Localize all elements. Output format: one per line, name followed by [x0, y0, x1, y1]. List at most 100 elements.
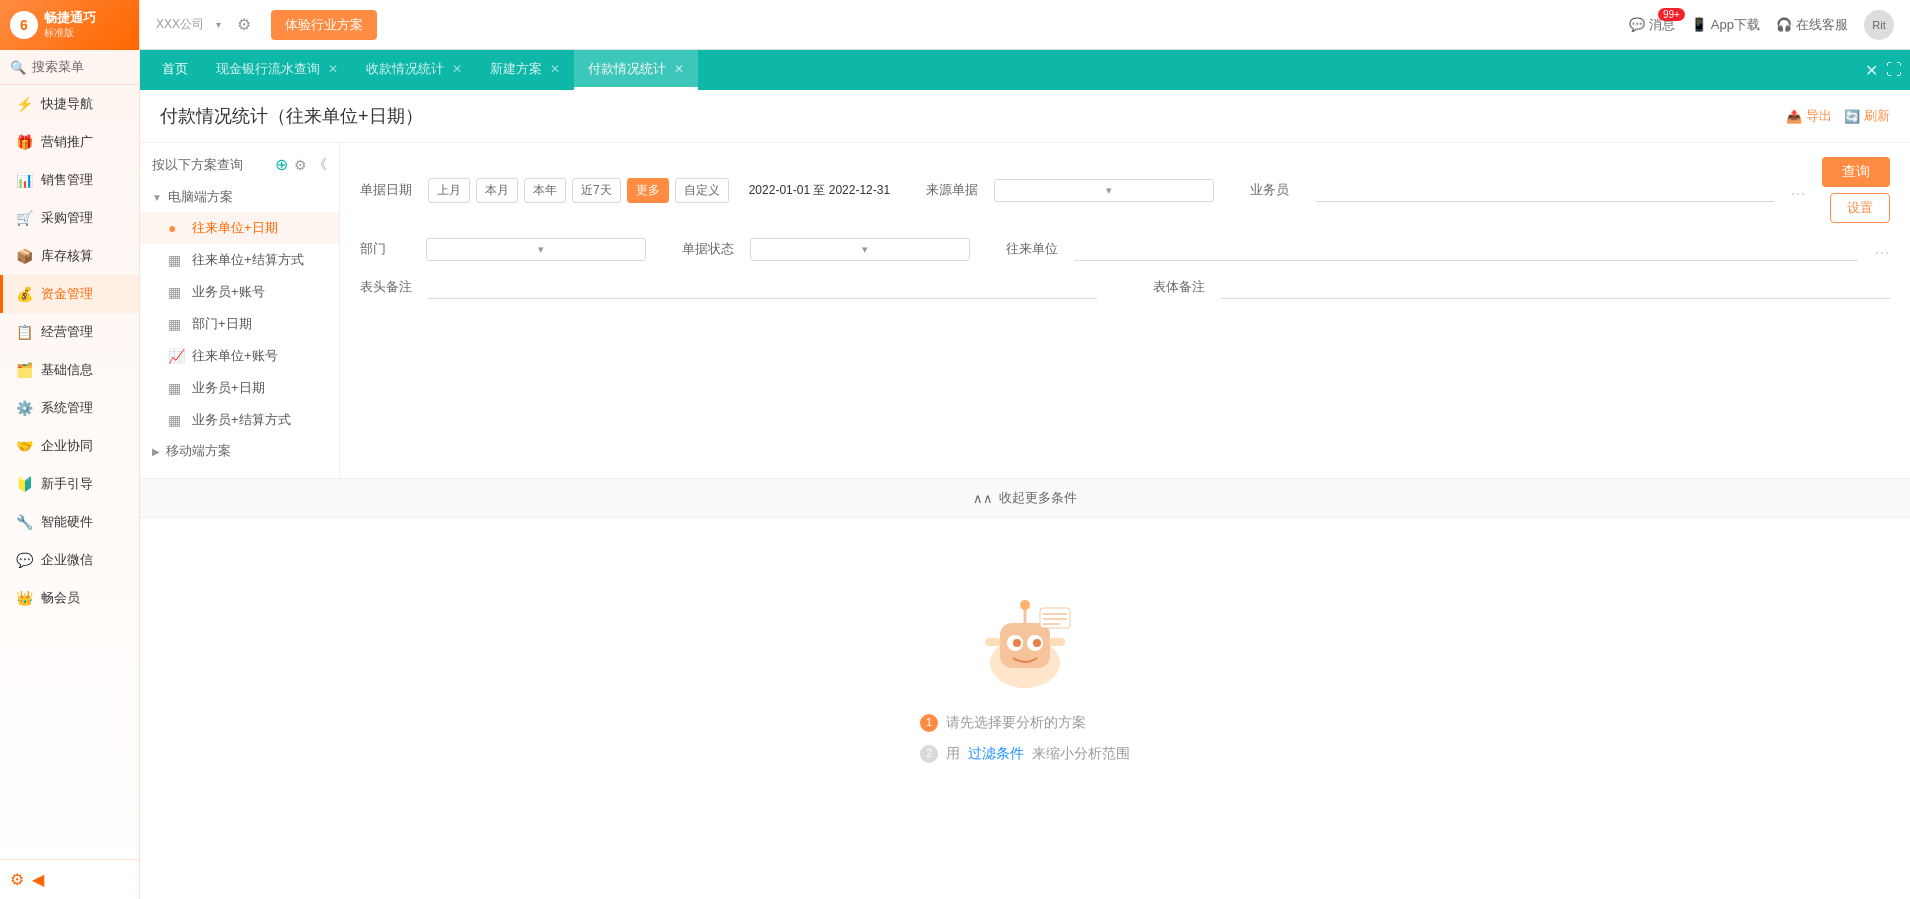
- scheme-item-staff-settlement[interactable]: ▦ 业务员+结算方式: [140, 404, 339, 436]
- dept-select[interactable]: ▾: [426, 238, 646, 261]
- sidebar-item-hardware[interactable]: 🔧 智能硬件: [0, 503, 139, 541]
- partner-input[interactable]: [1074, 237, 1858, 261]
- scheme-mobile-group[interactable]: ▶ 移动端方案: [140, 436, 339, 466]
- nav-label: 畅会员: [41, 589, 80, 607]
- date-buttons: 上月 本月 本年 近7天 更多 自定义: [428, 178, 729, 203]
- messages-button[interactable]: 💬 消息 99+: [1629, 16, 1675, 34]
- nav-label: 系统管理: [41, 399, 93, 417]
- tab-receivable-close[interactable]: ✕: [452, 62, 462, 76]
- date-btn-this-month[interactable]: 本月: [476, 178, 518, 203]
- date-btn-custom[interactable]: 自定义: [675, 178, 729, 203]
- header-note-input[interactable]: [428, 275, 1097, 299]
- sidebar-footer: ⚙ ◀: [0, 859, 139, 899]
- voucher-status-select[interactable]: ▾: [750, 238, 970, 261]
- sidebar-item-weixin[interactable]: 💬 企业微信: [0, 541, 139, 579]
- online-service-button[interactable]: 🎧 在线客服: [1776, 16, 1848, 34]
- staff-input[interactable]: [1316, 178, 1774, 202]
- scheme-item-label: 往来单位+结算方式: [192, 251, 304, 269]
- scheme-item-partner-settlement[interactable]: ▦ 往来单位+结算方式: [140, 244, 339, 276]
- nav-label: 库存核算: [41, 247, 93, 265]
- scheme-item-partner-account[interactable]: 📈 往来单位+账号: [140, 340, 339, 372]
- tab-payment-close[interactable]: ✕: [674, 62, 684, 76]
- sidebar-item-marketing[interactable]: 🎁 营销推广: [0, 123, 139, 161]
- filter-row-1: 单据日期 上月 本月 本年 近7天 更多 自定义 2022-01-01 至 20…: [360, 157, 1890, 223]
- step2-suffix: 来缩小分析范围: [1032, 741, 1130, 766]
- sidebar-item-guide[interactable]: 🔰 新手引导: [0, 465, 139, 503]
- scheme-item-staff-date[interactable]: ▦ 业务员+日期: [140, 372, 339, 404]
- scheme-item-label: 业务员+账号: [192, 283, 265, 301]
- topbar-chevron-icon[interactable]: ▾: [216, 19, 221, 30]
- sidebar-header: 6 畅捷通巧 标准版: [0, 0, 139, 50]
- settings-button[interactable]: 设置: [1830, 193, 1890, 223]
- scheme-add-button[interactable]: ⊕: [275, 155, 288, 174]
- desktop-group-arrow: ▼: [152, 192, 162, 203]
- query-button[interactable]: 查询: [1822, 157, 1890, 187]
- scheme-item-label: 业务员+日期: [192, 379, 265, 397]
- step2-highlight: 过滤条件: [968, 741, 1024, 766]
- partner-dots[interactable]: …: [1874, 240, 1890, 258]
- sidebar-item-member[interactable]: 👑 畅会员: [0, 579, 139, 617]
- scheme-gear-icon[interactable]: ⚙: [294, 157, 307, 173]
- collapse-label: 收起更多条件: [999, 489, 1077, 507]
- body-note-input[interactable]: [1221, 275, 1890, 299]
- footer-collapse-icon[interactable]: ◀: [32, 870, 44, 889]
- tabbar: 首页 现金银行流水查询 ✕ 收款情况统计 ✕ 新建方案 ✕ 付款情况统计 ✕ ✕…: [140, 50, 1910, 90]
- footer-settings-icon[interactable]: ⚙: [10, 870, 24, 889]
- source-select[interactable]: ▾: [994, 179, 1214, 202]
- sidebar-item-funds[interactable]: 💰 资金管理: [0, 275, 139, 313]
- scheme-item-staff-account[interactable]: ▦ 业务员+账号: [140, 276, 339, 308]
- collapse-more-bar[interactable]: ∧∧ 收起更多条件: [140, 479, 1910, 518]
- close-all-tabs-icon[interactable]: ✕: [1865, 61, 1878, 80]
- date-btn-more[interactable]: 更多: [627, 178, 669, 203]
- tab-new-plan-close[interactable]: ✕: [550, 62, 560, 76]
- voucher-status-label: 单据状态: [682, 240, 734, 258]
- nav-label: 基础信息: [41, 361, 93, 379]
- expand-icon[interactable]: ⛶: [1886, 61, 1902, 79]
- nav-label: 经营管理: [41, 323, 93, 341]
- sidebar-item-system[interactable]: ⚙️ 系统管理: [0, 389, 139, 427]
- date-btn-last-month[interactable]: 上月: [428, 178, 470, 203]
- tab-receivable[interactable]: 收款情况统计 ✕: [352, 50, 476, 90]
- empty-step-2: 2 用 过滤条件 来缩小分析范围: [920, 741, 1130, 766]
- trial-button[interactable]: 体验行业方案: [271, 10, 377, 40]
- scheme-collapse-icon[interactable]: 《: [313, 156, 327, 174]
- app-download-button[interactable]: 📱 App下载: [1691, 16, 1760, 34]
- staff-dots[interactable]: …: [1790, 181, 1806, 199]
- nav-label: 企业微信: [41, 551, 93, 569]
- refresh-button[interactable]: 🔄 刷新: [1844, 107, 1890, 125]
- mobile-group-label: 移动端方案: [166, 442, 231, 460]
- nav-label: 销售管理: [41, 171, 93, 189]
- empty-step-1: 1 请先选择要分析的方案: [920, 710, 1130, 735]
- tab-cashflow-close[interactable]: ✕: [328, 62, 338, 76]
- sidebar-item-sales[interactable]: 📊 销售管理: [0, 161, 139, 199]
- user-avatar[interactable]: Rit: [1864, 10, 1894, 40]
- scheme-item-icon: ▦: [168, 252, 184, 268]
- sidebar-item-enterprise[interactable]: 🤝 企业协同: [0, 427, 139, 465]
- search-icon: 🔍: [10, 60, 26, 75]
- tab-new-plan[interactable]: 新建方案 ✕: [476, 50, 574, 90]
- sidebar-search[interactable]: 🔍 搜索菜单: [0, 50, 139, 85]
- mobile-group-arrow: ▶: [152, 446, 160, 457]
- page-header: 付款情况统计（往来单位+日期） 📤 导出 🔄 刷新: [140, 90, 1910, 143]
- sidebar-item-operation[interactable]: 📋 经营管理: [0, 313, 139, 351]
- tab-cashflow[interactable]: 现金银行流水查询 ✕: [202, 50, 352, 90]
- scheme-item-icon: ▦: [168, 380, 184, 396]
- empty-illustration: [965, 578, 1085, 698]
- sidebar-item-shortcut[interactable]: ⚡ 快捷导航: [0, 85, 139, 123]
- sidebar-item-purchase[interactable]: 🛒 采购管理: [0, 199, 139, 237]
- export-button[interactable]: 📤 导出: [1786, 107, 1832, 125]
- date-btn-this-year[interactable]: 本年: [524, 178, 566, 203]
- tab-home[interactable]: 首页: [148, 50, 202, 90]
- service-icon: 🎧: [1776, 17, 1792, 32]
- tab-payment[interactable]: 付款情况统计 ✕: [574, 50, 698, 90]
- filter-actions: 查询 设置: [1822, 157, 1890, 223]
- scheme-item-partner-date[interactable]: ● 往来单位+日期: [140, 212, 339, 244]
- sidebar-item-basic[interactable]: 🗂️ 基础信息: [0, 351, 139, 389]
- scheme-item-dept-date[interactable]: ▦ 部门+日期: [140, 308, 339, 340]
- topbar-gear-icon[interactable]: ⚙: [237, 15, 251, 34]
- scheme-item-active-icon: ●: [168, 220, 184, 236]
- scheme-desktop-group[interactable]: ▼ 电脑端方案: [140, 182, 339, 212]
- scheme-item-label: 部门+日期: [192, 315, 252, 333]
- date-btn-7days[interactable]: 近7天: [572, 178, 621, 203]
- sidebar-item-inventory[interactable]: 📦 库存核算: [0, 237, 139, 275]
